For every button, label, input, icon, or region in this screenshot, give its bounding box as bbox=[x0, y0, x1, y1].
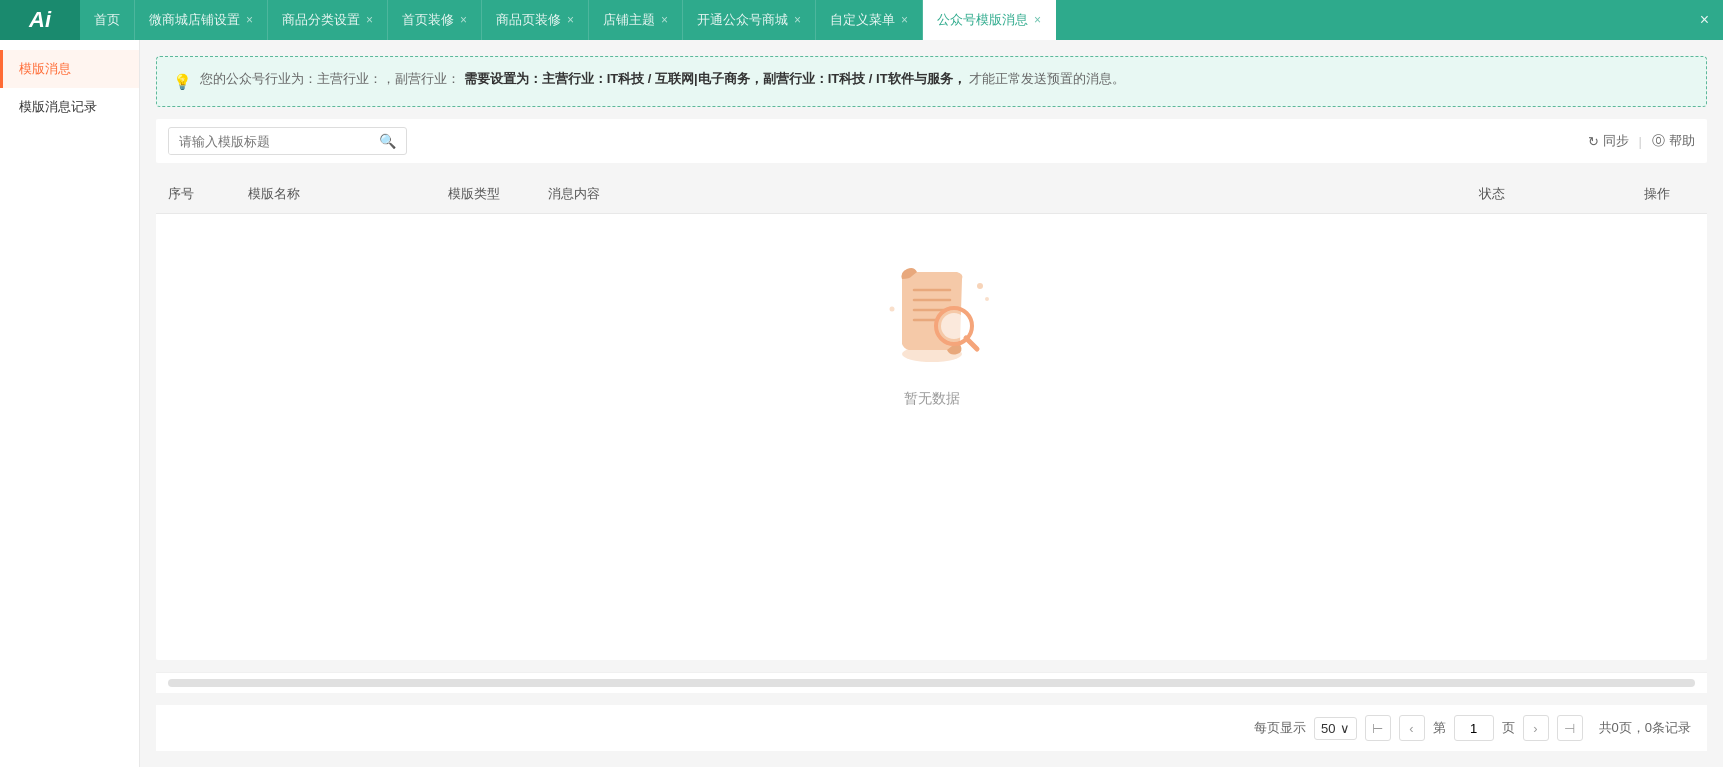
notice-box: 💡 您的公众号行业为：主营行业：，副营行业： 需要设置为：主营行业：IT科技 /… bbox=[156, 56, 1707, 107]
fake-scrollbar[interactable] bbox=[168, 679, 1695, 687]
nav-tab-custom-menu[interactable]: 自定义菜单 × bbox=[816, 0, 923, 40]
page-label: 第 bbox=[1433, 719, 1446, 737]
notice-text: 您的公众号行业为：主营行业：，副营行业： 需要设置为：主营行业：IT科技 / 互… bbox=[200, 69, 1125, 90]
toolbar-right: ↻ 同步 | ⓪ 帮助 bbox=[1588, 132, 1695, 150]
search-input[interactable] bbox=[169, 129, 369, 154]
nav-tab-product-decor[interactable]: 商品页装修 × bbox=[482, 0, 589, 40]
nav-tab-template-msg[interactable]: 公众号模版消息 × bbox=[923, 0, 1056, 40]
nav-tab-home-decor[interactable]: 首页装修 × bbox=[388, 0, 482, 40]
nav-tab-shop-settings[interactable]: 微商城店铺设置 × bbox=[135, 0, 268, 40]
close-tab-custom-menu[interactable]: × bbox=[901, 13, 908, 27]
th-seq: 序号 bbox=[156, 175, 236, 213]
close-tab-template-msg[interactable]: × bbox=[1034, 13, 1041, 27]
search-button[interactable]: 🔍 bbox=[369, 128, 406, 154]
help-icon: ⓪ bbox=[1652, 132, 1665, 150]
toolbar-divider: | bbox=[1639, 134, 1642, 149]
th-content: 消息内容 bbox=[536, 175, 1467, 213]
close-tab-category-settings[interactable]: × bbox=[366, 13, 373, 27]
chevron-down-icon: ∨ bbox=[1340, 721, 1350, 736]
search-area: 🔍 bbox=[168, 127, 407, 155]
app-logo: Ai bbox=[0, 0, 80, 40]
page-size-label: 每页显示 bbox=[1254, 719, 1306, 737]
close-tab-shop-theme[interactable]: × bbox=[661, 13, 668, 27]
search-icon: 🔍 bbox=[379, 133, 396, 149]
first-page-button[interactable]: ⊢ bbox=[1365, 715, 1391, 741]
toolbar: 🔍 ↻ 同步 | ⓪ 帮助 bbox=[156, 119, 1707, 163]
close-tab-home-decor[interactable]: × bbox=[460, 13, 467, 27]
table-header: 序号 模版名称 模版类型 消息内容 状态 操作 bbox=[156, 175, 1707, 214]
svg-line-7 bbox=[966, 338, 977, 349]
empty-text: 暂无数据 bbox=[904, 390, 960, 408]
svg-point-8 bbox=[977, 283, 983, 289]
empty-illustration-svg bbox=[872, 254, 992, 374]
nav-tab-open-mall[interactable]: 开通公众号商城 × bbox=[683, 0, 816, 40]
next-page-button[interactable]: › bbox=[1523, 715, 1549, 741]
nav-tab-shop-theme[interactable]: 店铺主题 × bbox=[589, 0, 683, 40]
scrollbar-area bbox=[156, 672, 1707, 693]
table-container: 序号 模版名称 模版类型 消息内容 状态 操作 bbox=[156, 175, 1707, 660]
nav-tab-category-settings[interactable]: 商品分类设置 × bbox=[268, 0, 388, 40]
close-tab-open-mall[interactable]: × bbox=[794, 13, 801, 27]
page-number-input[interactable] bbox=[1454, 715, 1494, 741]
th-type: 模版类型 bbox=[436, 175, 536, 213]
close-tab-product-decor[interactable]: × bbox=[567, 13, 574, 27]
last-page-button[interactable]: ⊣ bbox=[1557, 715, 1583, 741]
nav-tabs: 首页 微商城店铺设置 × 商品分类设置 × 首页装修 × 商品页装修 × 店铺主… bbox=[80, 0, 1686, 40]
page-unit: 页 bbox=[1502, 719, 1515, 737]
svg-point-6 bbox=[941, 313, 967, 339]
empty-illustration bbox=[872, 254, 992, 374]
notice-icon: 💡 bbox=[173, 70, 192, 94]
page-size-select[interactable]: 50 ∨ bbox=[1314, 717, 1356, 740]
svg-point-9 bbox=[985, 297, 989, 301]
svg-point-10 bbox=[889, 307, 894, 312]
sync-button[interactable]: ↻ 同步 bbox=[1588, 132, 1629, 150]
th-name: 模版名称 bbox=[236, 175, 436, 213]
main-layout: 模版消息 模版消息记录 💡 您的公众号行业为：主营行业：，副营行业： 需要设置为… bbox=[0, 40, 1723, 767]
close-tab-shop-settings[interactable]: × bbox=[246, 13, 253, 27]
sync-icon: ↻ bbox=[1588, 134, 1599, 149]
top-nav: Ai 首页 微商城店铺设置 × 商品分类设置 × 首页装修 × 商品页装修 × … bbox=[0, 0, 1723, 40]
th-action: 操作 bbox=[1607, 175, 1707, 213]
sidebar: 模版消息 模版消息记录 bbox=[0, 40, 140, 767]
content-area: 💡 您的公众号行业为：主营行业：，副营行业： 需要设置为：主营行业：IT科技 /… bbox=[140, 40, 1723, 767]
sidebar-item-template-msg-records[interactable]: 模版消息记录 bbox=[0, 88, 139, 126]
help-button[interactable]: ⓪ 帮助 bbox=[1652, 132, 1695, 150]
empty-state: 暂无数据 bbox=[156, 214, 1707, 428]
nav-tab-home[interactable]: 首页 bbox=[80, 0, 135, 40]
close-all-tabs[interactable]: × bbox=[1686, 11, 1723, 29]
page-total: 共0页，0条记录 bbox=[1599, 719, 1691, 737]
th-status: 状态 bbox=[1467, 175, 1607, 213]
pagination: 每页显示 50 ∨ ⊢ ‹ 第 页 › ⊣ 共0页，0条记录 bbox=[156, 705, 1707, 751]
prev-page-button[interactable]: ‹ bbox=[1399, 715, 1425, 741]
sidebar-item-template-msg[interactable]: 模版消息 bbox=[0, 50, 139, 88]
